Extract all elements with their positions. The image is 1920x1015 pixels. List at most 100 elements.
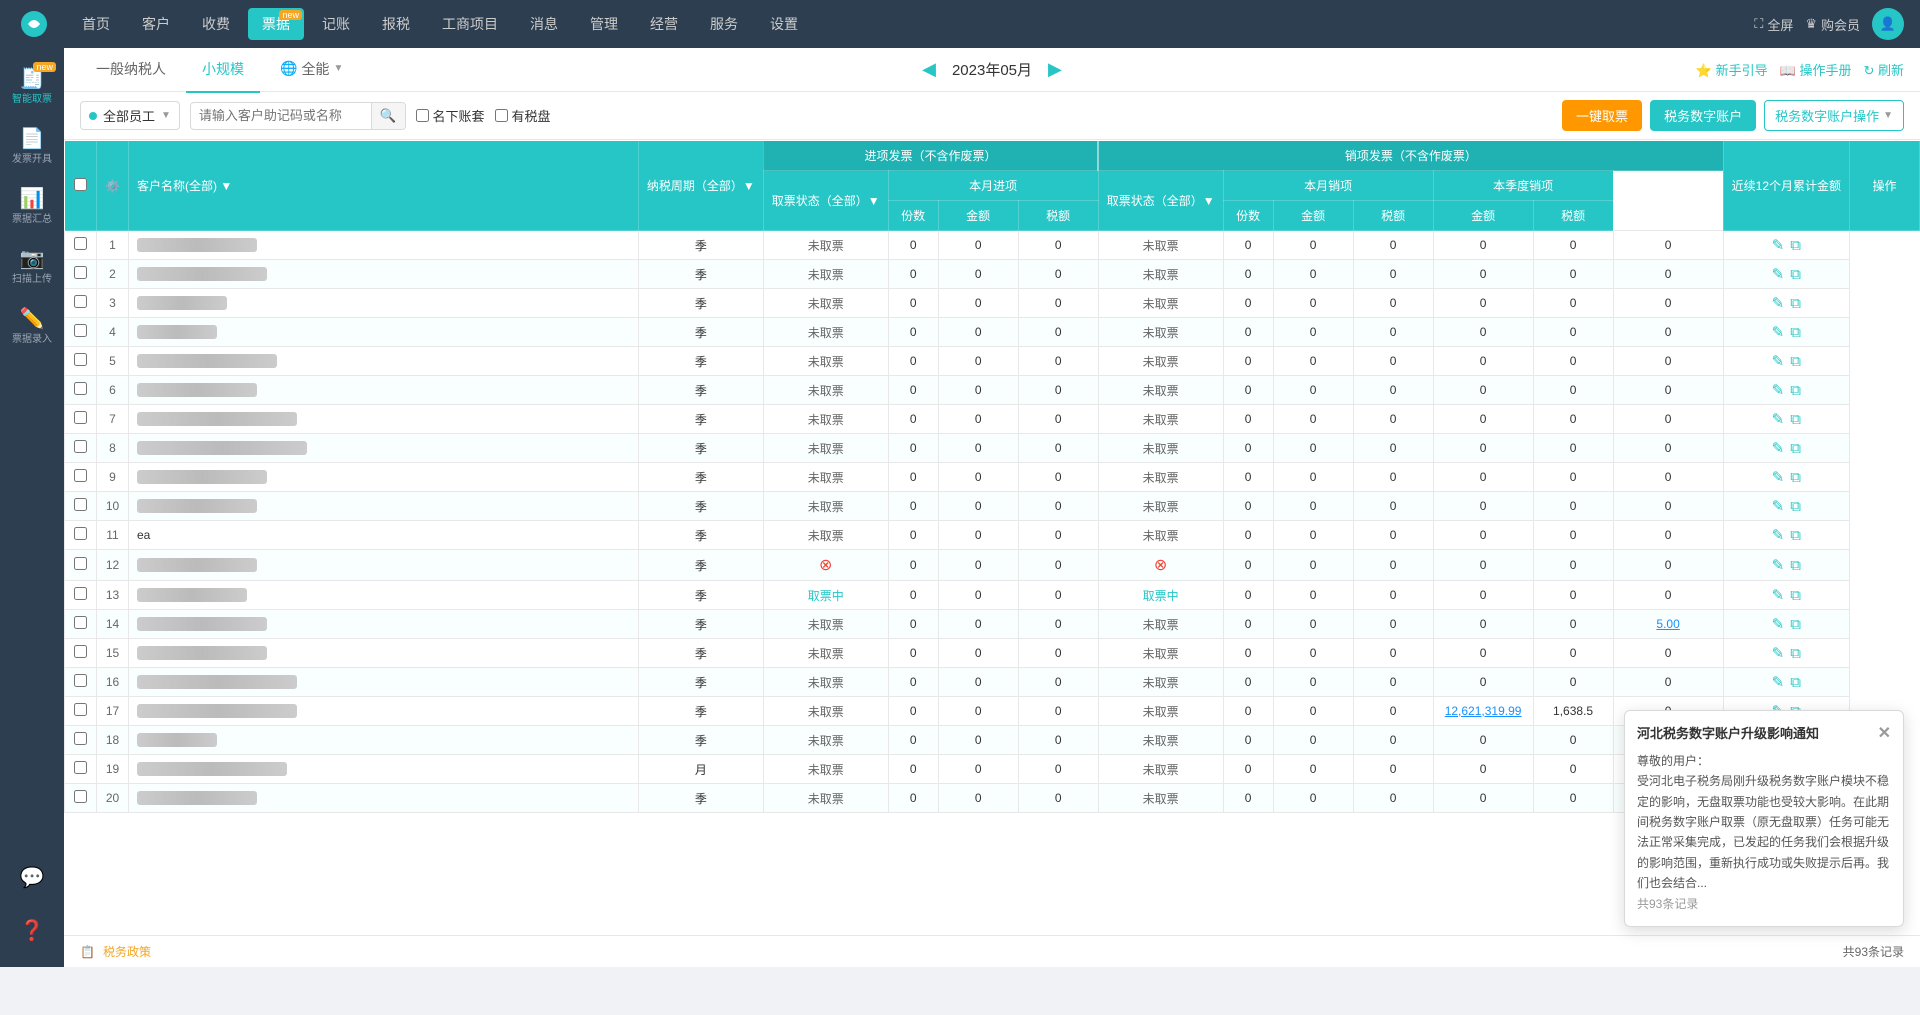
nav-settings[interactable]: 设置: [756, 8, 812, 40]
edit-icon[interactable]: ✎: [1772, 381, 1785, 399]
one-click-ticket-button[interactable]: 一键取票: [1562, 100, 1642, 131]
copy-icon[interactable]: ⧉: [1790, 616, 1801, 633]
settings-icon[interactable]: ⚙️: [105, 179, 120, 193]
quarter-amount-link[interactable]: 12,621,319.99: [1445, 704, 1522, 718]
row-checkbox[interactable]: [74, 498, 87, 511]
nav-clients[interactable]: 客户: [128, 8, 184, 40]
user-avatar[interactable]: 👤: [1872, 8, 1904, 40]
tab-all-capable[interactable]: 🌐 全能 ▼: [264, 48, 359, 93]
sidebar-item-scan[interactable]: 📷 扫描上传: [4, 238, 60, 294]
row-checkbox[interactable]: [74, 557, 87, 570]
prev-month-arrow[interactable]: ◀: [922, 59, 936, 80]
copy-icon[interactable]: ⧉: [1790, 498, 1801, 515]
copy-icon[interactable]: ⧉: [1790, 527, 1801, 544]
search-input[interactable]: [191, 104, 371, 127]
edit-icon[interactable]: ✎: [1772, 615, 1785, 633]
edit-icon[interactable]: ✎: [1772, 468, 1785, 486]
row-checkbox[interactable]: [74, 382, 87, 395]
nav-operations[interactable]: 经营: [636, 8, 692, 40]
copy-icon[interactable]: ⧉: [1790, 440, 1801, 457]
edit-icon[interactable]: ✎: [1772, 644, 1785, 662]
copy-icon[interactable]: ⧉: [1790, 295, 1801, 312]
row-checkbox[interactable]: [74, 295, 87, 308]
copy-icon[interactable]: ⧉: [1790, 382, 1801, 399]
nav-home[interactable]: 首页: [68, 8, 124, 40]
cum-amount-link[interactable]: 5.00: [1656, 617, 1679, 631]
sidebar-item-invoice[interactable]: 📄 发票开具: [4, 118, 60, 174]
nav-bookkeeping[interactable]: 记账: [308, 8, 364, 40]
nav-tax[interactable]: 报税: [368, 8, 424, 40]
copy-icon[interactable]: ⧉: [1790, 237, 1801, 254]
nav-messages[interactable]: 消息: [516, 8, 572, 40]
nav-tickets[interactable]: 票据 new: [248, 8, 304, 40]
manual-button[interactable]: 📖 操作手册: [1780, 60, 1852, 79]
tab-general-taxpayer[interactable]: 一般纳税人: [80, 48, 182, 93]
sub-account-checkbox[interactable]: [416, 109, 429, 122]
vip-button[interactable]: ♛ 购会员: [1805, 15, 1860, 34]
sidebar-item-smart-ticket[interactable]: 🧾 智能取票 new: [4, 58, 60, 114]
sub-account-checkbox-label[interactable]: 名下账套: [416, 106, 485, 125]
tax-operations-button[interactable]: 税务数字账户操作 ▼: [1764, 100, 1904, 131]
tax-disk-checkbox-label[interactable]: 有税盘: [495, 106, 551, 125]
edit-icon[interactable]: ✎: [1772, 265, 1785, 283]
tax-disk-checkbox[interactable]: [495, 109, 508, 122]
search-button[interactable]: 🔍: [371, 103, 405, 129]
row-checkbox[interactable]: [74, 703, 87, 716]
copy-icon[interactable]: ⧉: [1790, 411, 1801, 428]
row-checkbox[interactable]: [74, 674, 87, 687]
row-checkbox[interactable]: [74, 645, 87, 658]
nav-management[interactable]: 管理: [576, 8, 632, 40]
edit-icon[interactable]: ✎: [1772, 556, 1785, 574]
row-checkbox[interactable]: [74, 440, 87, 453]
edit-icon[interactable]: ✎: [1772, 586, 1785, 604]
refresh-button[interactable]: ↻ 刷新: [1863, 60, 1904, 79]
copy-icon[interactable]: ⧉: [1790, 674, 1801, 691]
row-checkbox[interactable]: [74, 469, 87, 482]
edit-icon[interactable]: ✎: [1772, 294, 1785, 312]
row-checkbox[interactable]: [74, 616, 87, 629]
popup-close-button[interactable]: ✕: [1878, 723, 1891, 743]
copy-icon[interactable]: ⧉: [1790, 645, 1801, 662]
sidebar-item-entry[interactable]: ✏️ 票据录入: [4, 298, 60, 354]
row-checkbox[interactable]: [74, 324, 87, 337]
select-all-checkbox[interactable]: [74, 178, 87, 191]
row-checkbox[interactable]: [74, 266, 87, 279]
edit-icon[interactable]: ✎: [1772, 673, 1785, 691]
tab-small-scale[interactable]: 小规模: [186, 48, 260, 93]
row-checkbox[interactable]: [74, 761, 87, 774]
edit-icon[interactable]: ✎: [1772, 323, 1785, 341]
sidebar-item-summary[interactable]: 📊 票据汇总: [4, 178, 60, 234]
copy-icon[interactable]: ⧉: [1790, 469, 1801, 486]
edit-icon[interactable]: ✎: [1772, 352, 1785, 370]
sidebar-help[interactable]: ❓: [4, 910, 60, 951]
next-month-arrow[interactable]: ▶: [1048, 59, 1062, 80]
sidebar-chat[interactable]: 💬: [4, 857, 60, 898]
nav-fees[interactable]: 收费: [188, 8, 244, 40]
row-checkbox[interactable]: [74, 587, 87, 600]
nav-services[interactable]: 服务: [696, 8, 752, 40]
edit-icon[interactable]: ✎: [1772, 526, 1785, 544]
row-checkbox[interactable]: [74, 732, 87, 745]
row-checkbox[interactable]: [74, 527, 87, 540]
app-logo[interactable]: [16, 6, 52, 42]
copy-icon[interactable]: ⧉: [1790, 266, 1801, 283]
copy-icon[interactable]: ⧉: [1790, 353, 1801, 370]
edit-icon[interactable]: ✎: [1772, 439, 1785, 457]
tax-digital-account-button[interactable]: 税务数字账户: [1650, 100, 1756, 131]
tax-policy-link[interactable]: 税务政策: [103, 943, 151, 960]
row-checkbox[interactable]: [74, 237, 87, 250]
row-checkbox[interactable]: [74, 353, 87, 366]
new-guide-button[interactable]: ⭐ 新手引导: [1696, 60, 1768, 79]
copy-icon[interactable]: ⧉: [1790, 587, 1801, 604]
staff-select-dropdown[interactable]: 全部员工 ▼: [80, 101, 180, 130]
quarter-amount: 0: [1480, 296, 1487, 310]
edit-icon[interactable]: ✎: [1772, 497, 1785, 515]
fullscreen-button[interactable]: ⛶ 全屏: [1754, 15, 1793, 34]
row-checkbox[interactable]: [74, 411, 87, 424]
copy-icon[interactable]: ⧉: [1790, 324, 1801, 341]
copy-icon[interactable]: ⧉: [1790, 557, 1801, 574]
row-checkbox[interactable]: [74, 790, 87, 803]
nav-business[interactable]: 工商项目: [428, 8, 512, 40]
edit-icon[interactable]: ✎: [1772, 410, 1785, 428]
edit-icon[interactable]: ✎: [1772, 236, 1785, 254]
